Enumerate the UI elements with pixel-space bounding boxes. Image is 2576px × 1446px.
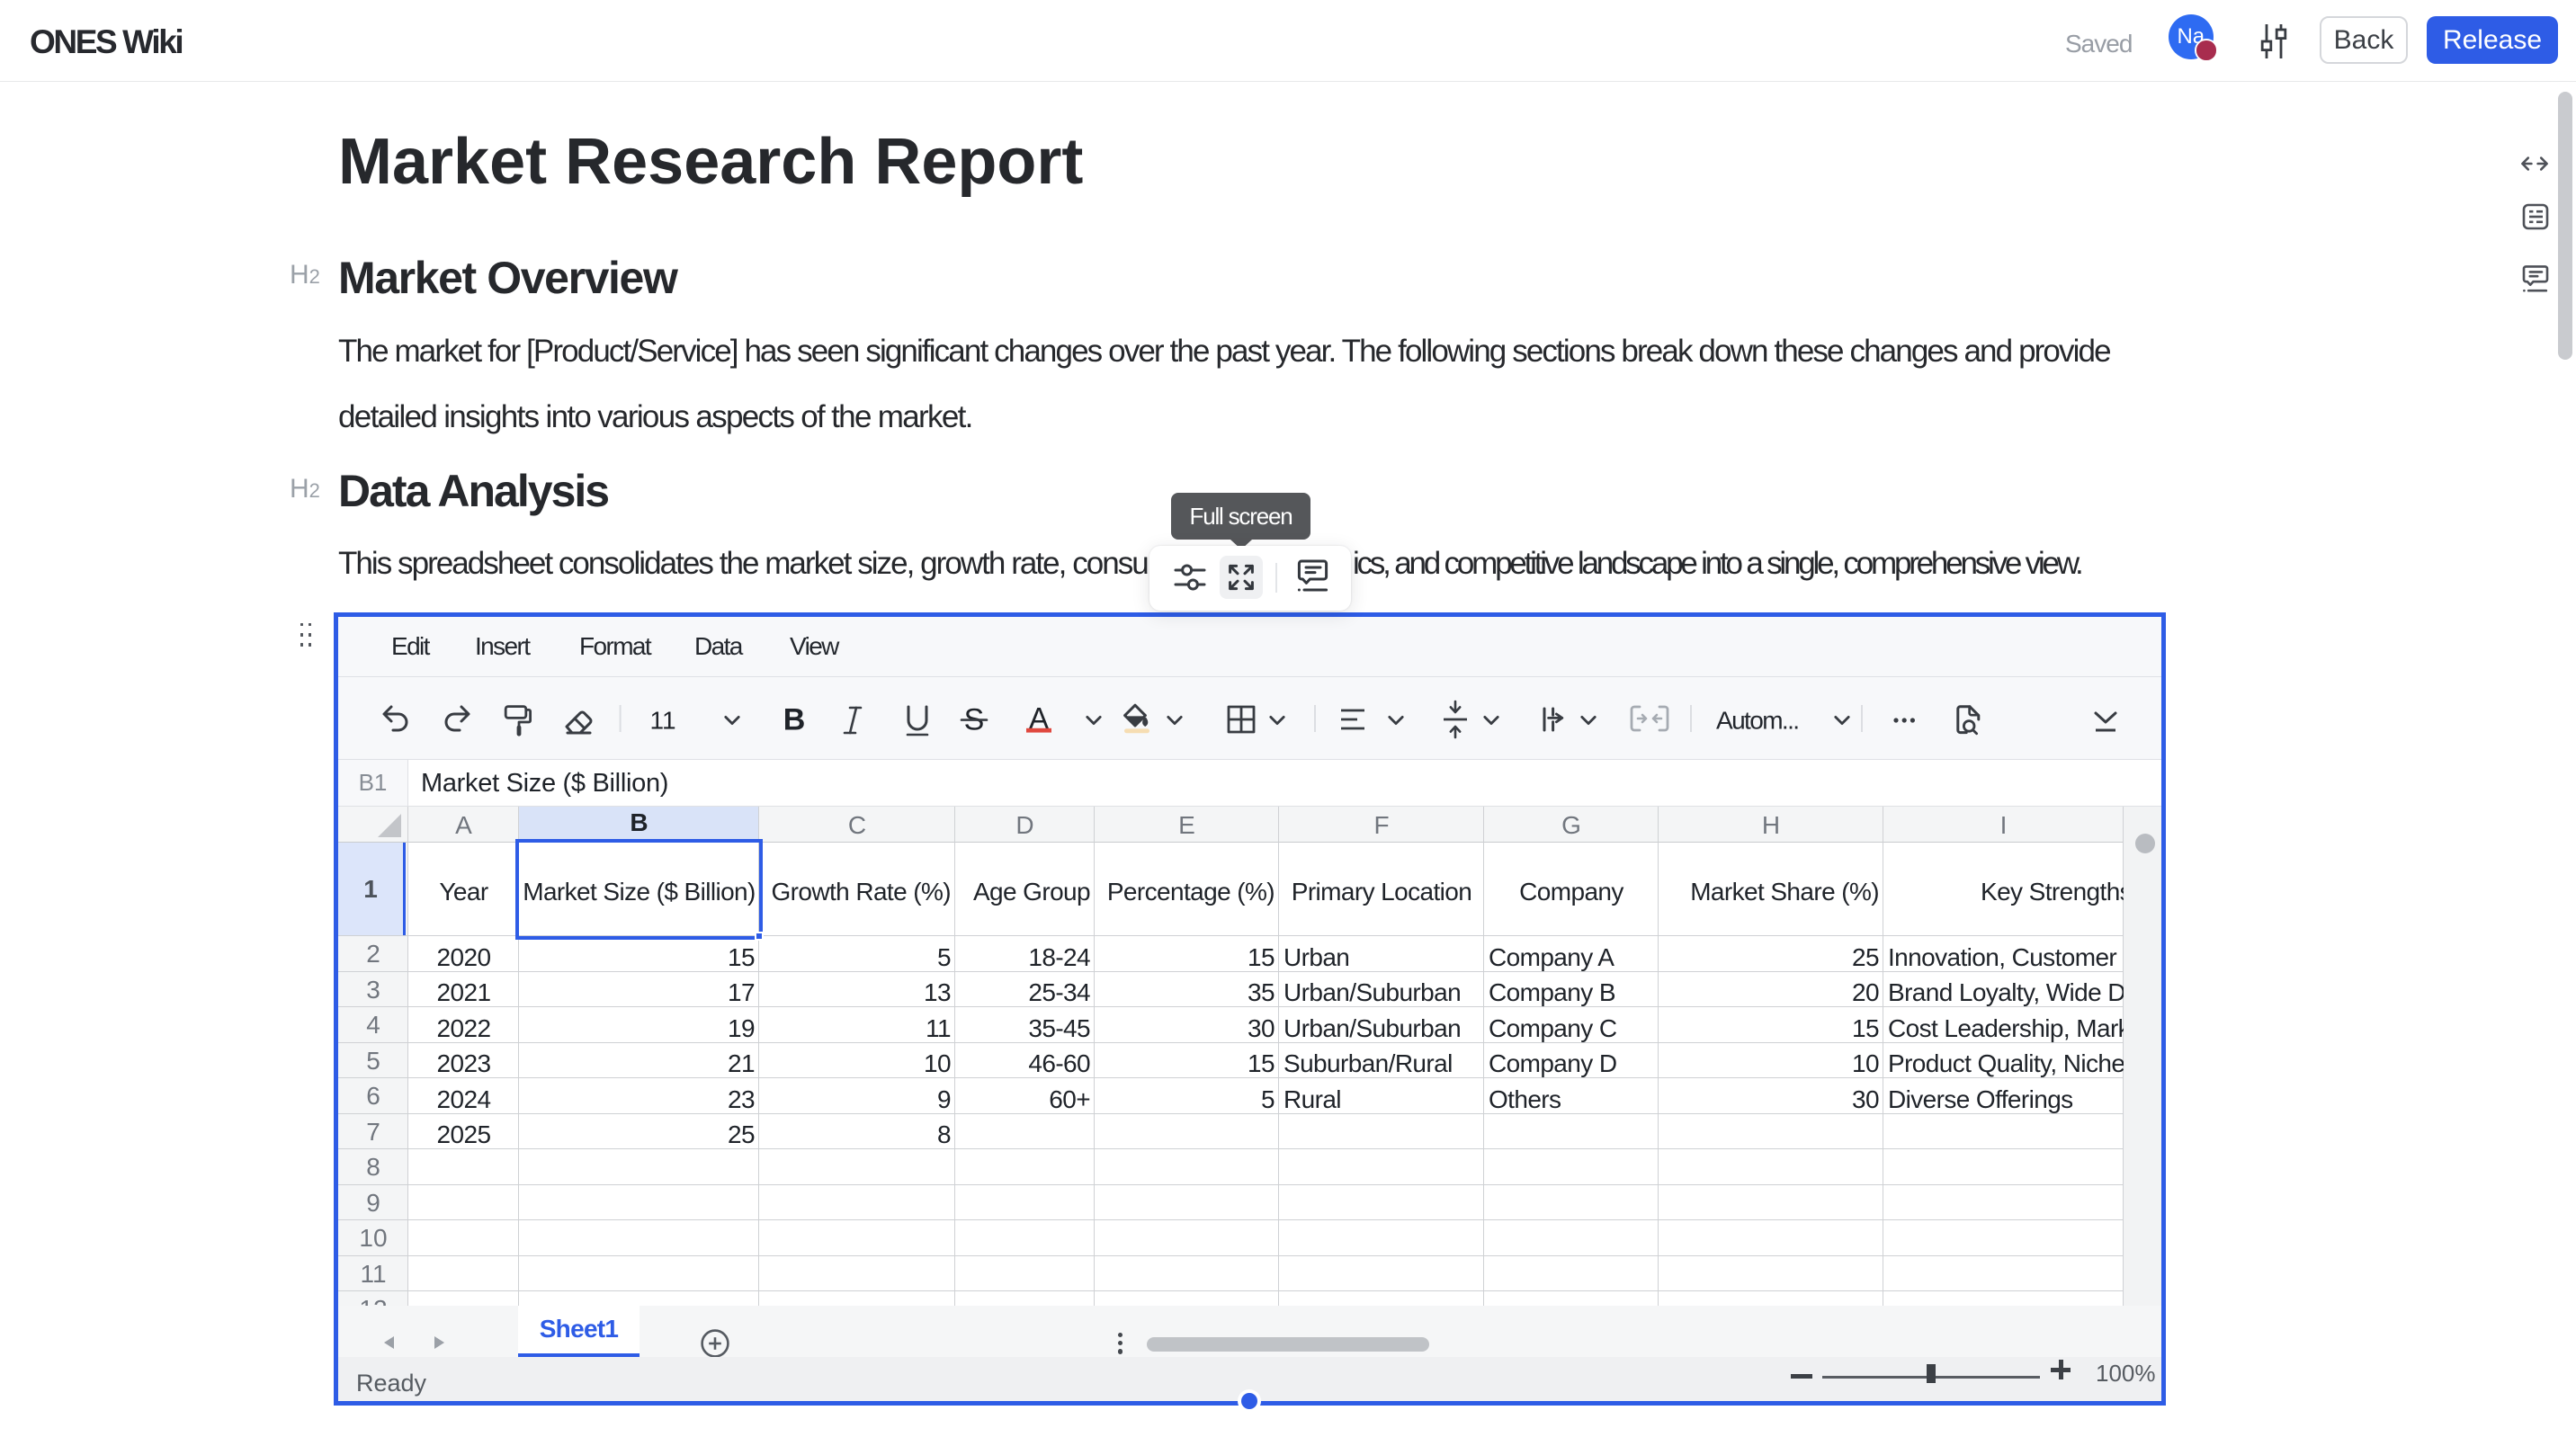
- svg-text:Autom...: Autom...: [1716, 707, 1798, 735]
- svg-text:B: B: [783, 703, 806, 737]
- svg-text:11: 11: [649, 707, 675, 735]
